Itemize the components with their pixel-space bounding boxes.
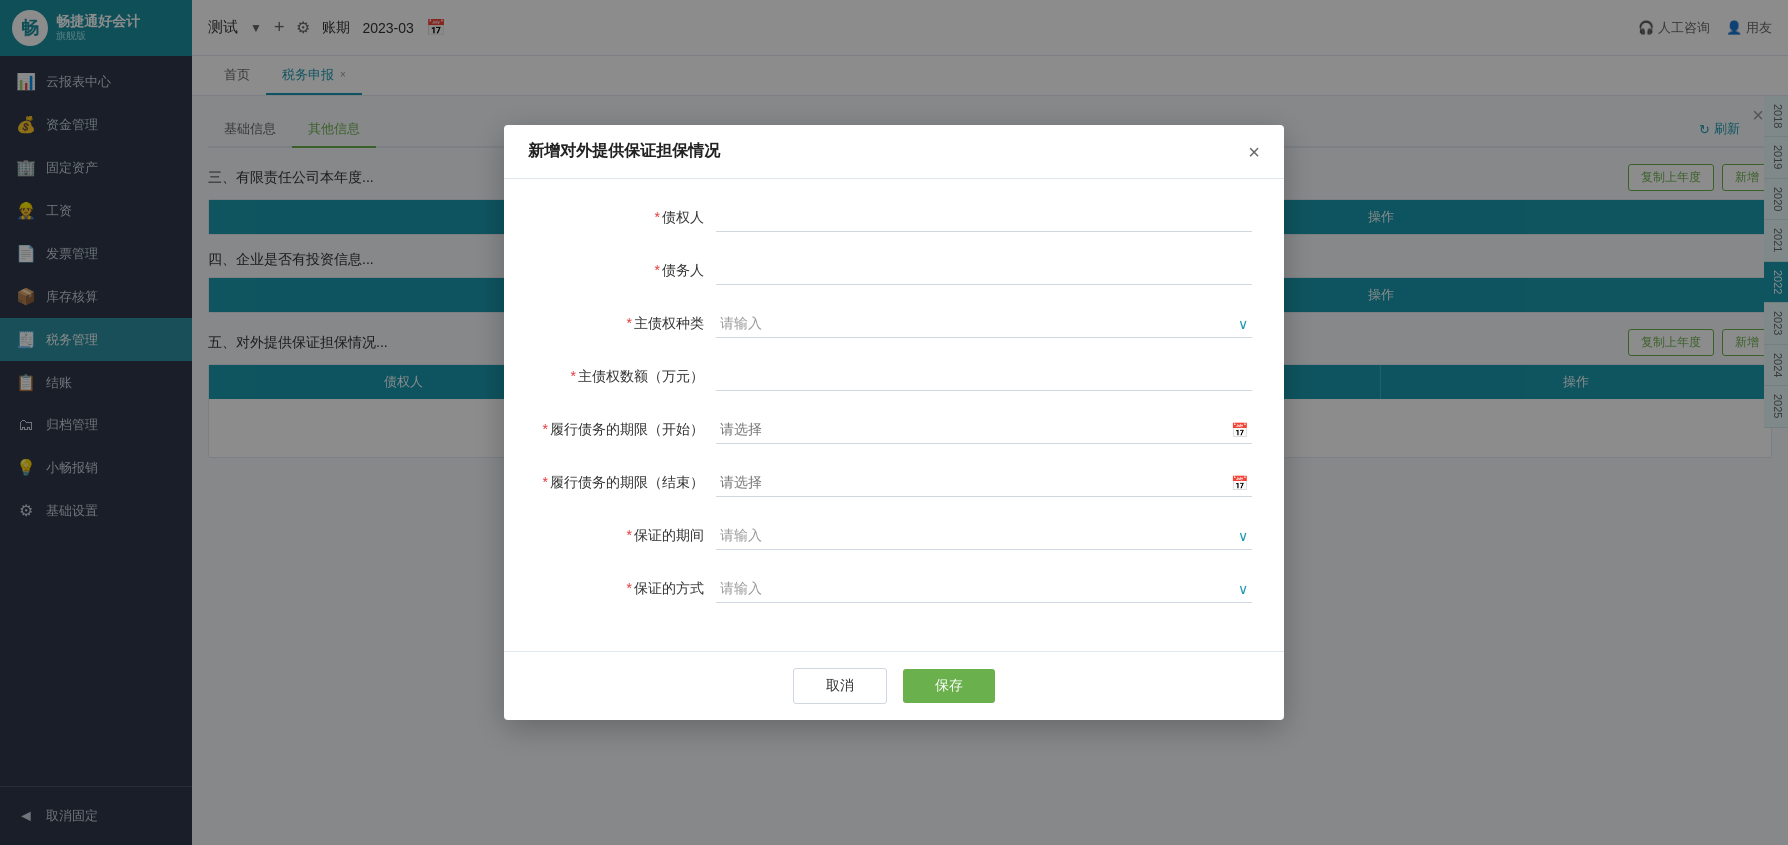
label-guarantee-method: 保证的方式 [536,580,716,598]
save-button[interactable]: 保存 [903,669,995,703]
period-start-input[interactable] [716,415,1252,444]
creditor-input-wrap [716,203,1252,232]
field-guarantee-method: 保证的方式 请输入 ∨ [536,574,1252,603]
field-period-start: 履行债务的期限（开始） 📅 [536,415,1252,444]
label-creditor: 债权人 [536,209,716,227]
period-end-input[interactable] [716,468,1252,497]
debt-type-select[interactable]: 请输入 [716,309,1252,338]
guarantee-period-select[interactable]: 请输入 [716,521,1252,550]
label-period-start: 履行债务的期限（开始） [536,421,716,439]
period-end-wrap: 📅 [716,468,1252,497]
modal-body: 债权人 债务人 主债权种类 请输入 ∨ [504,179,1284,651]
modal-dialog: 新增对外提供保证担保情况 × 债权人 债务人 主债权种类 [504,125,1284,720]
field-debt-type: 主债权种类 请输入 ∨ [536,309,1252,338]
debtor-input[interactable] [716,256,1252,285]
debt-amount-input[interactable] [716,362,1252,391]
modal-title: 新增对外提供保证担保情况 [528,141,720,162]
label-debt-amount: 主债权数额（万元） [536,368,716,386]
modal-overlay: 新增对外提供保证担保情况 × 债权人 债务人 主债权种类 [0,0,1788,845]
field-guarantee-period: 保证的期间 请输入 ∨ [536,521,1252,550]
cancel-button[interactable]: 取消 [793,668,887,704]
modal-header: 新增对外提供保证担保情况 × [504,125,1284,179]
label-debt-type: 主债权种类 [536,315,716,333]
field-debt-amount: 主债权数额（万元） [536,362,1252,391]
label-period-end: 履行债务的期限（结束） [536,474,716,492]
modal-close-button[interactable]: × [1248,142,1260,162]
field-debtor: 债务人 [536,256,1252,285]
field-creditor: 债权人 [536,203,1252,232]
field-period-end: 履行债务的期限（结束） 📅 [536,468,1252,497]
debt-amount-input-wrap [716,362,1252,391]
guarantee-period-select-wrap: 请输入 ∨ [716,521,1252,550]
guarantee-method-select[interactable]: 请输入 [716,574,1252,603]
guarantee-method-select-wrap: 请输入 ∨ [716,574,1252,603]
label-guarantee-period: 保证的期间 [536,527,716,545]
debt-type-select-wrap: 请输入 ∨ [716,309,1252,338]
debtor-input-wrap [716,256,1252,285]
label-debtor: 债务人 [536,262,716,280]
modal-footer: 取消 保存 [504,651,1284,720]
creditor-input[interactable] [716,203,1252,232]
period-start-wrap: 📅 [716,415,1252,444]
